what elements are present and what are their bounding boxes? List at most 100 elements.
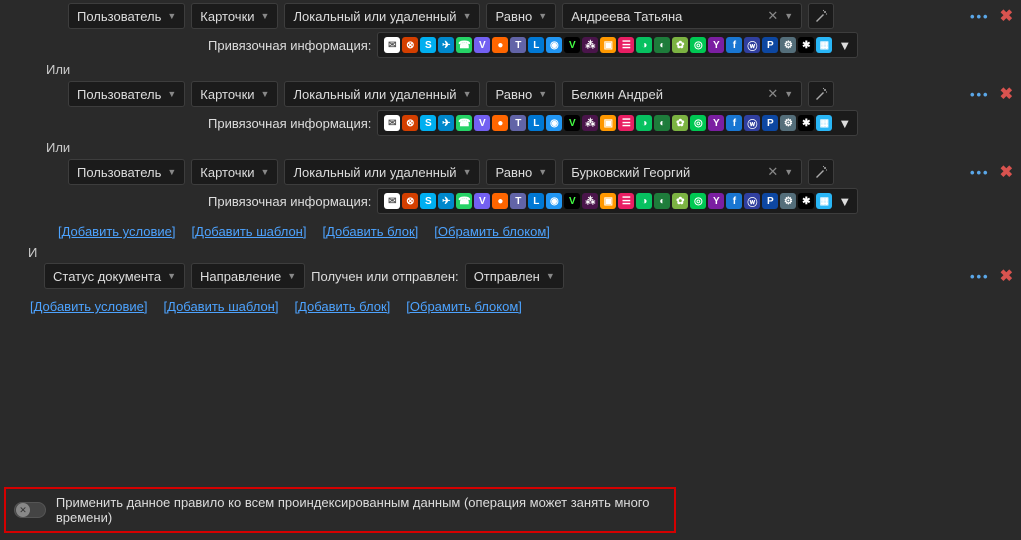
sent-value-dropdown[interactable]: Отправлен▼: [465, 263, 564, 289]
links-inner: [Добавить условие] [Добавить шаблон] [До…: [58, 224, 1016, 239]
channel-icon: ✉: [384, 115, 400, 131]
wand-button[interactable]: [808, 3, 834, 29]
local-remote-dropdown[interactable]: Локальный или удаленный▼: [284, 3, 480, 29]
link-add-block[interactable]: [Добавить блок]: [322, 224, 418, 239]
channel-icon: ◎: [690, 193, 706, 209]
channel-icon: ✿: [672, 193, 688, 209]
delete-row-icon[interactable]: ✖: [1000, 162, 1013, 182]
cards-dropdown[interactable]: Карточки▼: [191, 3, 278, 29]
apply-label: Применить данное правило ко всем проинде…: [56, 495, 666, 525]
channel-icon: ⊗: [402, 193, 418, 209]
channel-icon: ⁂: [582, 115, 598, 131]
links-outer: [Добавить условие] [Добавить шаблон] [До…: [30, 299, 1016, 314]
channel-icon: ⓦ: [744, 115, 760, 131]
apply-footer: Применить данное правило ко всем проинде…: [4, 487, 676, 533]
channel-icon: ⓦ: [744, 193, 760, 209]
channel-icon: ⁂: [582, 37, 598, 53]
channel-icon: ✱: [798, 37, 814, 53]
doc-status-dropdown[interactable]: Статус документа▼: [44, 263, 185, 289]
channel-icon: L: [528, 115, 544, 131]
channel-icon: L: [528, 37, 544, 53]
value-field[interactable]: Андреева Татьяна✕▼: [562, 3, 802, 29]
row-menu-icon[interactable]: •••: [970, 87, 994, 102]
channel-icon: ⁂: [582, 193, 598, 209]
cards-dropdown[interactable]: Карточки▼: [191, 81, 278, 107]
channel-icon: ◐: [654, 115, 670, 131]
channel-icon: ▦: [816, 193, 832, 209]
channel-icon: ●: [492, 115, 508, 131]
channel-icon: V: [564, 37, 580, 53]
clear-value-icon[interactable]: ✕: [767, 8, 778, 24]
delete-row-icon[interactable]: ✖: [1000, 6, 1013, 26]
equals-dropdown[interactable]: Равно▼: [486, 81, 556, 107]
cards-dropdown[interactable]: Карточки▼: [191, 159, 278, 185]
icon-strip[interactable]: ✉⊗S✈☎V●TL◉V⁂▣☰◑◐✿◎YfⓦP⚙✱▦▼: [377, 188, 858, 214]
channel-icon: ◑: [636, 37, 652, 53]
link-add-condition[interactable]: [Добавить условие]: [30, 299, 148, 314]
channel-icon: ▣: [600, 115, 616, 131]
row-menu-icon[interactable]: •••: [970, 269, 994, 284]
row-menu-icon[interactable]: •••: [970, 165, 994, 180]
channel-icon: ◑: [636, 193, 652, 209]
local-remote-dropdown[interactable]: Локальный или удаленный▼: [284, 81, 480, 107]
channel-icon: ✿: [672, 115, 688, 131]
channel-icon: f: [726, 37, 742, 53]
channel-icon: f: [726, 193, 742, 209]
user-dropdown[interactable]: Пользователь▼: [68, 81, 185, 107]
channel-icon: ✈: [438, 37, 454, 53]
channel-icon: ✈: [438, 193, 454, 209]
channel-icon: V: [564, 193, 580, 209]
link-add-template[interactable]: [Добавить шаблон]: [164, 299, 279, 314]
channel-icon: ◑: [636, 115, 652, 131]
direction-dropdown[interactable]: Направление▼: [191, 263, 305, 289]
sent-value-text: Отправлен: [474, 269, 540, 284]
local-remote-dropdown[interactable]: Локальный или удаленный▼: [284, 159, 480, 185]
row-menu-icon[interactable]: •••: [970, 9, 994, 24]
icon-strip[interactable]: ✉⊗S✈☎V●TL◉V⁂▣☰◑◐✿◎YfⓦP⚙✱▦▼: [377, 110, 858, 136]
channel-icon: ✉: [384, 193, 400, 209]
link-wrap-block[interactable]: [Обрамить блоком]: [434, 224, 550, 239]
channel-icon: ⊗: [402, 115, 418, 131]
channel-icon: Y: [708, 193, 724, 209]
channel-icon: T: [510, 37, 526, 53]
user-dropdown[interactable]: Пользователь▼: [68, 159, 185, 185]
delete-row-icon[interactable]: ✖: [1000, 266, 1013, 286]
user-dropdown[interactable]: Пользователь▼: [68, 3, 185, 29]
apply-toggle[interactable]: [14, 502, 46, 518]
clear-value-icon[interactable]: ✕: [767, 86, 778, 102]
link-wrap-block[interactable]: [Обрамить блоком]: [406, 299, 522, 314]
delete-row-icon[interactable]: ✖: [1000, 84, 1013, 104]
direction-label: Направление: [200, 269, 281, 284]
channel-icon: P: [762, 193, 778, 209]
channel-icon: ◉: [546, 37, 562, 53]
link-add-template[interactable]: [Добавить шаблон]: [192, 224, 307, 239]
channel-icon: ⓦ: [744, 37, 760, 53]
equals-dropdown[interactable]: Равно▼: [486, 3, 556, 29]
icon-strip[interactable]: ✉⊗S✈☎V●TL◉V⁂▣☰◑◐✿◎YfⓦP⚙✱▦▼: [377, 32, 858, 58]
channel-icon: ☰: [618, 37, 634, 53]
channel-icon: ✱: [798, 115, 814, 131]
clear-value-icon[interactable]: ✕: [767, 164, 778, 180]
link-add-condition[interactable]: [Добавить условие]: [58, 224, 176, 239]
channel-icon: ⚙: [780, 37, 796, 53]
value-field[interactable]: Бурковский Георгий✕▼: [562, 159, 802, 185]
channel-icon: S: [420, 37, 436, 53]
channel-icon: ▣: [600, 193, 616, 209]
channel-icon: ✿: [672, 37, 688, 53]
channel-icon: ◐: [654, 193, 670, 209]
binding-label: Привязочная информация:: [208, 194, 371, 209]
channel-icon: ✈: [438, 115, 454, 131]
value-field[interactable]: Белкин Андрей✕▼: [562, 81, 802, 107]
channel-icon: S: [420, 115, 436, 131]
channel-icon: V: [474, 115, 490, 131]
channel-icon: ◎: [690, 115, 706, 131]
wand-button[interactable]: [808, 159, 834, 185]
channel-icon: ☎: [456, 193, 472, 209]
link-add-block[interactable]: [Добавить блок]: [294, 299, 390, 314]
equals-dropdown[interactable]: Равно▼: [486, 159, 556, 185]
channel-icon: ◐: [654, 37, 670, 53]
wand-button[interactable]: [808, 81, 834, 107]
channel-icon: ●: [492, 193, 508, 209]
channel-icon: V: [474, 193, 490, 209]
channel-icon: S: [420, 193, 436, 209]
